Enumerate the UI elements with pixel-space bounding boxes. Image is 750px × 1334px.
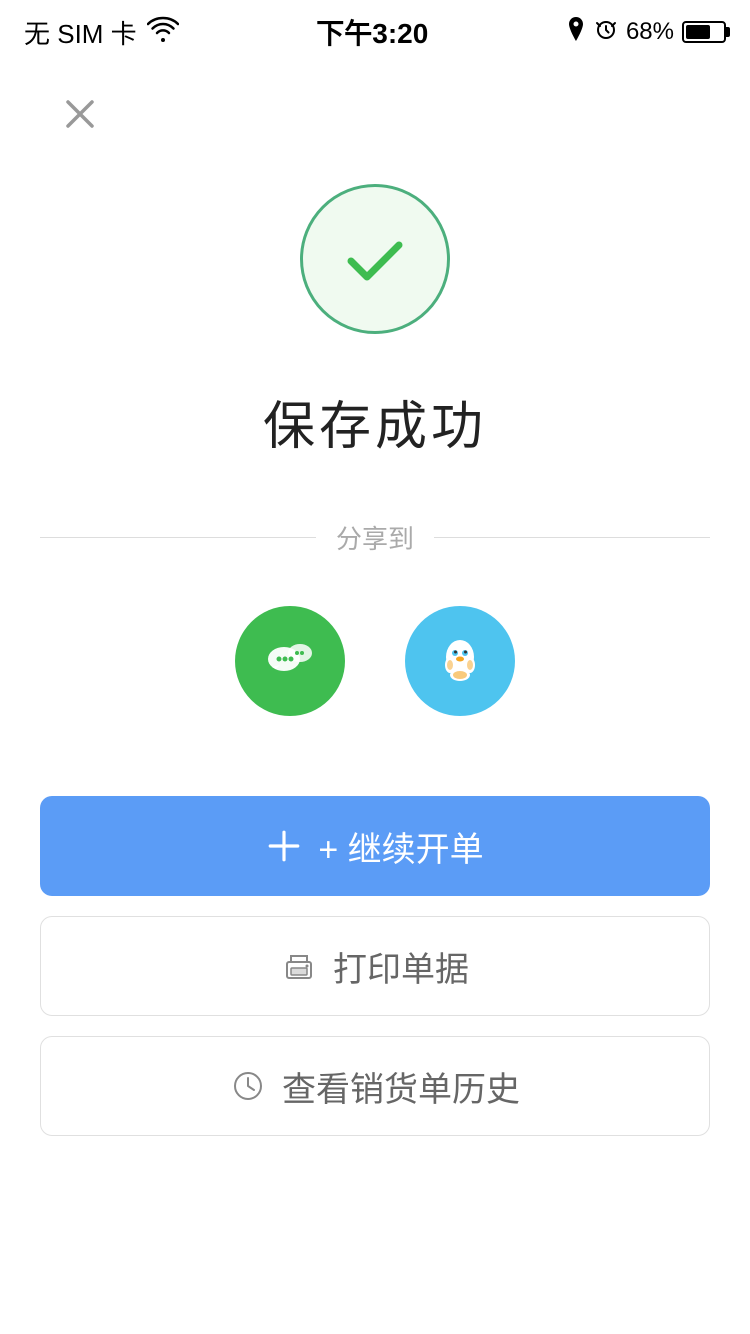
continue-button[interactable]: + 继续开单 [40, 796, 710, 896]
divider-row: 分享到 [40, 519, 710, 556]
status-time: 下午3:20 [316, 12, 428, 52]
history-label: 查看销货单历史 [282, 1062, 520, 1111]
qq-share-button[interactable] [405, 606, 515, 716]
wifi-icon [147, 16, 179, 49]
status-right: 68% [566, 16, 726, 49]
continue-label: + 继续开单 [318, 822, 483, 871]
history-button[interactable]: 查看销货单历史 [40, 1036, 710, 1136]
success-title: 保存成功 [263, 384, 487, 459]
action-buttons: + 继续开单 打印单据 查看销货单历史 [40, 796, 710, 1136]
battery-label: 68% [626, 18, 674, 46]
close-button[interactable] [50, 84, 110, 144]
status-left: 无 SIM 卡 [24, 14, 179, 51]
share-label: 分享到 [336, 519, 414, 556]
share-section: 分享到 [40, 519, 710, 716]
divider-left [40, 537, 316, 538]
location-icon [566, 16, 586, 49]
alarm-icon [594, 16, 618, 49]
print-button[interactable]: 打印单据 [40, 916, 710, 1016]
status-bar: 无 SIM 卡 下午3:20 68% [0, 0, 750, 64]
wechat-share-button[interactable] [235, 606, 345, 716]
print-label: 打印单据 [333, 942, 469, 991]
carrier-label: 无 SIM 卡 [24, 14, 137, 51]
divider-right [434, 537, 710, 538]
main-page: 保存成功 分享到 [0, 64, 750, 1334]
share-icons [235, 606, 515, 716]
success-icon [300, 184, 450, 334]
battery-icon [682, 18, 726, 46]
